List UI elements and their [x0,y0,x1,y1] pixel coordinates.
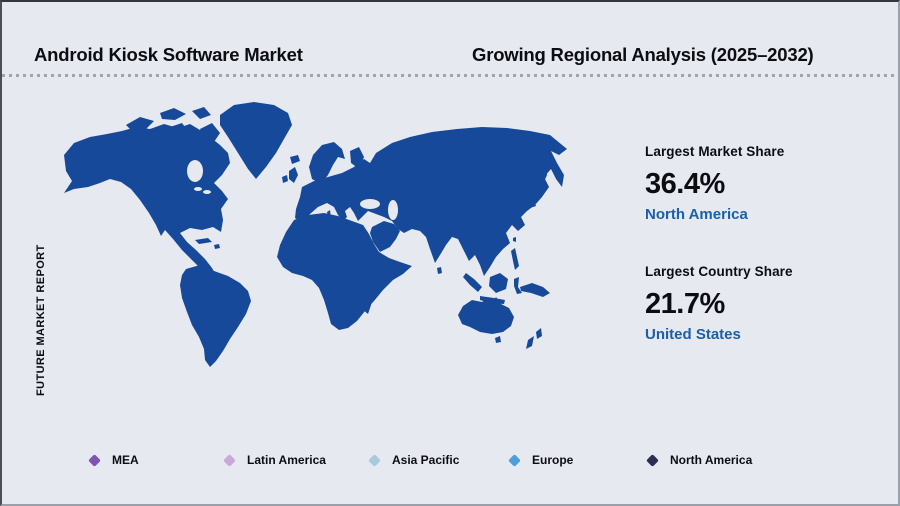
great-lakes-2 [203,190,211,194]
landmass-uk-ireland [282,167,298,183]
landmass-new-zealand [526,328,542,349]
diamond-icon [368,453,381,467]
great-lakes [194,187,202,191]
landmass-philippines [511,248,519,270]
stat-largest-country-share: Largest Country Share 21.7% United State… [645,264,890,343]
header-divider [2,74,898,77]
page-subtitle: Growing Regional Analysis (2025–2032) [472,44,814,65]
page-title: Android Kiosk Software Market [34,44,303,65]
stat-label: Largest Country Share [645,264,793,279]
landmass-caribbean [195,238,220,249]
infographic-frame: Android Kiosk Software Market Growing Re… [0,0,900,506]
brand-side-label: FUTURE MARKET REPORT [35,244,47,396]
legend: MEA Latin America Asia Pacific Europe No… [2,451,898,469]
caspian-sea [388,200,398,220]
diamond-icon [508,453,521,467]
landmass-indonesia [463,273,522,304]
landmass-north-america [64,124,230,284]
legend-label: Latin America [247,453,326,467]
landmass-australia [458,297,514,343]
landmass-sri-lanka [437,267,442,274]
stat-label: Largest Market Share [645,144,785,159]
stat-entity: North America [645,206,748,223]
hudson-bay [187,160,203,182]
legend-item-asia-pacific: Asia Pacific [368,451,460,469]
landmasses [64,102,567,367]
diamond-icon [223,453,236,467]
legend-item-europe: Europe [508,451,574,469]
stat-value: 21.7% [645,288,725,320]
stat-value: 36.4% [645,168,725,200]
stat-entity: United States [645,326,741,343]
landmass-iceland [290,155,300,164]
stat-largest-market-share: Largest Market Share 36.4% North America [645,144,890,223]
landmass-greenland [220,102,292,179]
legend-label: Asia Pacific [392,453,460,467]
legend-item-north-america: North America [646,451,753,469]
black-sea [360,199,380,209]
legend-item-mea: MEA [88,451,139,469]
landmass-new-guinea [520,283,550,297]
diamond-icon [88,453,101,467]
stats-panel: Largest Market Share 36.4% North America… [645,144,890,343]
world-map [64,102,567,367]
landmass-south-america [180,265,251,367]
legend-label: MEA [112,453,139,467]
legend-label: North America [670,453,753,467]
legend-item-latin-america: Latin America [223,451,326,469]
diamond-icon [646,453,659,467]
landmass-taiwan [513,237,516,242]
legend-label: Europe [532,453,574,467]
